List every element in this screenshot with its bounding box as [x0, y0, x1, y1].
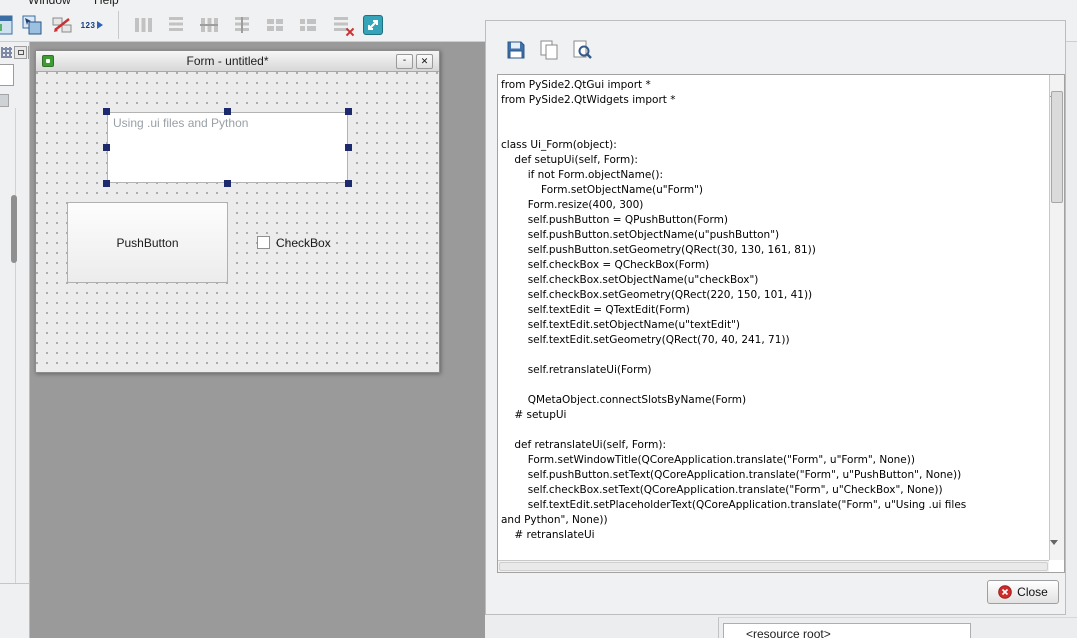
selection-handle[interactable]	[345, 108, 352, 115]
layout-vertically-icon[interactable]	[164, 13, 188, 37]
code-preview-dialog: from PySide2.QtGui import * from PySide2…	[485, 20, 1066, 615]
form-window-titlebar[interactable]: Form - untitled* - ✕	[36, 51, 439, 72]
form-preview-icon[interactable]	[0, 13, 14, 37]
textedit-widget[interactable]: Using .ui files and Python	[107, 112, 348, 183]
adjust-size-icon[interactable]	[361, 13, 385, 37]
designer-form-icon	[42, 55, 54, 67]
layout-horizontal-splitter-icon[interactable]	[197, 13, 221, 37]
pushbutton-widget[interactable]: PushButton	[67, 202, 228, 283]
horizontal-scrollbar[interactable]	[498, 560, 1049, 572]
dock-section-divider	[0, 583, 30, 584]
resource-browser-dock: <resource root>	[718, 617, 1077, 638]
vertical-scrollbar-thumb[interactable]	[1051, 91, 1063, 203]
close-button-label: Close	[1017, 585, 1048, 599]
edit-widgets-icon[interactable]	[20, 13, 44, 37]
textedit-placeholder: Using .ui files and Python	[113, 116, 248, 130]
selection-handle[interactable]	[224, 108, 231, 115]
selection-handle[interactable]	[224, 180, 231, 187]
layout-grid-icon[interactable]	[263, 13, 287, 37]
edit-buddies-icon[interactable]	[50, 13, 74, 37]
selection-handle[interactable]	[345, 144, 352, 151]
selection-handle[interactable]	[103, 108, 110, 115]
close-x-icon	[998, 585, 1012, 599]
selection-handle[interactable]	[103, 144, 110, 151]
horizontal-scrollbar-thumb[interactable]	[499, 562, 1048, 571]
layout-vertical-splitter-icon[interactable]	[230, 13, 254, 37]
mdi-area: Form - untitled* - ✕ Using .ui files and…	[30, 42, 485, 638]
checkbox-widget[interactable]: CheckBox	[257, 222, 358, 263]
dock-float-button[interactable]	[14, 46, 27, 59]
tab-order-arrow-icon	[97, 21, 103, 29]
dock-filter-input[interactable]	[0, 64, 14, 86]
generated-code[interactable]: from PySide2.QtGui import * from PySide2…	[498, 75, 1062, 560]
layout-horizontally-icon[interactable]	[131, 13, 155, 37]
left-dock: ✕	[0, 42, 30, 638]
dock-grid-icon	[1, 47, 12, 58]
menubar: Window Help	[0, 0, 420, 8]
red-x-mark	[345, 27, 355, 37]
code-view[interactable]: from PySide2.QtGui import * from PySide2…	[497, 74, 1065, 573]
dialog-close-button[interactable]: Close	[987, 580, 1059, 604]
find-icon[interactable]	[570, 37, 594, 63]
dock-item-icon	[0, 94, 9, 107]
checkbox-label: CheckBox	[276, 236, 331, 250]
selection-handle[interactable]	[103, 180, 110, 187]
layout-form-icon[interactable]	[296, 13, 320, 37]
selection-handle[interactable]	[345, 180, 352, 187]
copy-icon[interactable]	[537, 37, 561, 63]
tab-order-badge: 123	[81, 21, 96, 30]
toolbar-separator	[118, 11, 119, 39]
menu-window[interactable]: Window	[28, 0, 71, 7]
form-window-title: Form - untitled*	[66, 54, 389, 68]
scroll-down-arrow-icon[interactable]	[1050, 545, 1064, 560]
dock-scrollbar-thumb[interactable]	[11, 195, 17, 263]
scroll-up-arrow-icon[interactable]	[1050, 75, 1064, 90]
form-minimize-button[interactable]: -	[396, 54, 413, 69]
resource-root-item[interactable]: <resource root>	[746, 627, 831, 638]
vertical-scrollbar[interactable]	[1049, 75, 1064, 560]
form-close-button[interactable]: ✕	[416, 54, 433, 69]
form-canvas[interactable]: Using .ui files and Python PushButton Ch…	[36, 72, 439, 372]
dock-divider	[15, 108, 16, 583]
edit-tab-order-icon[interactable]: 123	[80, 13, 104, 37]
checkbox-indicator[interactable]	[257, 236, 270, 249]
menu-help[interactable]: Help	[94, 0, 119, 7]
break-layout-icon[interactable]	[329, 13, 353, 37]
form-editor-window: Form - untitled* - ✕ Using .ui files and…	[35, 50, 440, 373]
resource-tree[interactable]: <resource root>	[723, 623, 971, 638]
save-icon[interactable]	[504, 37, 528, 63]
